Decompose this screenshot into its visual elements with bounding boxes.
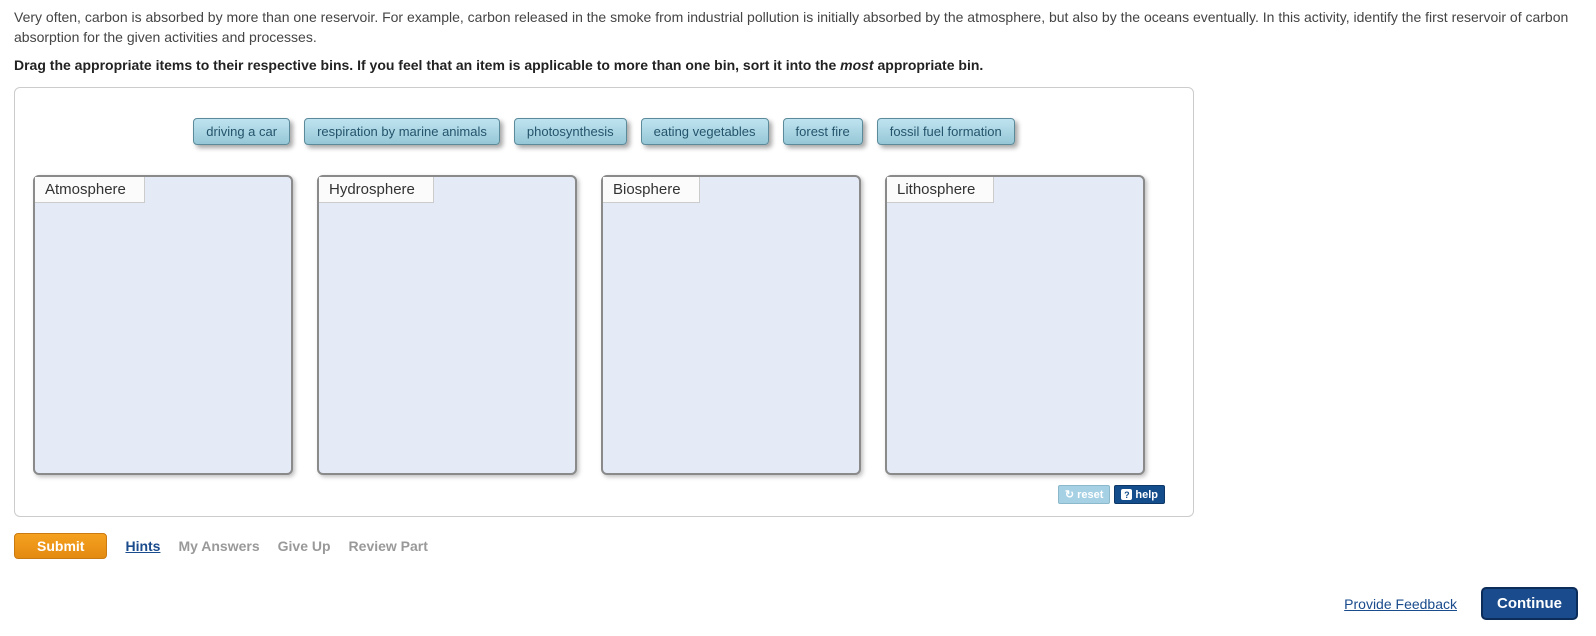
drag-items-row: driving a car respiration by marine anim…	[33, 118, 1175, 145]
hints-link[interactable]: Hints	[125, 538, 160, 554]
bin-biosphere[interactable]: Biosphere	[601, 175, 861, 475]
drag-item[interactable]: photosynthesis	[514, 118, 627, 145]
drag-item[interactable]: driving a car	[193, 118, 290, 145]
intro-text: Very often, carbon is absorbed by more t…	[14, 8, 1582, 47]
footer-row: Provide Feedback Continue	[14, 587, 1582, 620]
submit-button[interactable]: Submit	[14, 533, 107, 559]
drag-item[interactable]: eating vegetables	[641, 118, 769, 145]
bin-label: Lithosphere	[887, 177, 994, 203]
drag-item[interactable]: forest fire	[783, 118, 863, 145]
bin-label: Hydrosphere	[319, 177, 434, 203]
review-part-link: Review Part	[349, 538, 428, 554]
question-icon: ?	[1121, 489, 1132, 500]
drag-item[interactable]: fossil fuel formation	[877, 118, 1015, 145]
reset-label: reset	[1077, 489, 1103, 501]
instruction-emphasis: most	[840, 57, 873, 73]
my-answers-link: My Answers	[178, 538, 259, 554]
reset-icon: ↻	[1065, 488, 1074, 501]
instruction-text: Drag the appropriate items to their resp…	[14, 57, 1582, 73]
give-up-link: Give Up	[278, 538, 331, 554]
bins-row: Atmosphere Hydrosphere Biosphere Lithosp…	[33, 175, 1175, 475]
submit-row: Submit Hints My Answers Give Up Review P…	[14, 533, 1582, 559]
instruction-suffix: appropriate bin.	[874, 57, 984, 73]
bin-atmosphere[interactable]: Atmosphere	[33, 175, 293, 475]
bin-label: Biosphere	[603, 177, 700, 203]
bin-hydrosphere[interactable]: Hydrosphere	[317, 175, 577, 475]
help-label: help	[1135, 489, 1158, 501]
reset-button[interactable]: ↻ reset	[1058, 485, 1111, 504]
instruction-prefix: Drag the appropriate items to their resp…	[14, 57, 840, 73]
bin-lithosphere[interactable]: Lithosphere	[885, 175, 1145, 475]
help-button[interactable]: ? help	[1114, 485, 1165, 504]
drag-item[interactable]: respiration by marine animals	[304, 118, 500, 145]
bin-label: Atmosphere	[35, 177, 145, 203]
reset-help-row: ↻ reset ? help	[33, 485, 1175, 504]
sorting-activity-container: driving a car respiration by marine anim…	[14, 87, 1194, 517]
provide-feedback-link[interactable]: Provide Feedback	[1344, 596, 1457, 612]
continue-button[interactable]: Continue	[1481, 587, 1578, 620]
